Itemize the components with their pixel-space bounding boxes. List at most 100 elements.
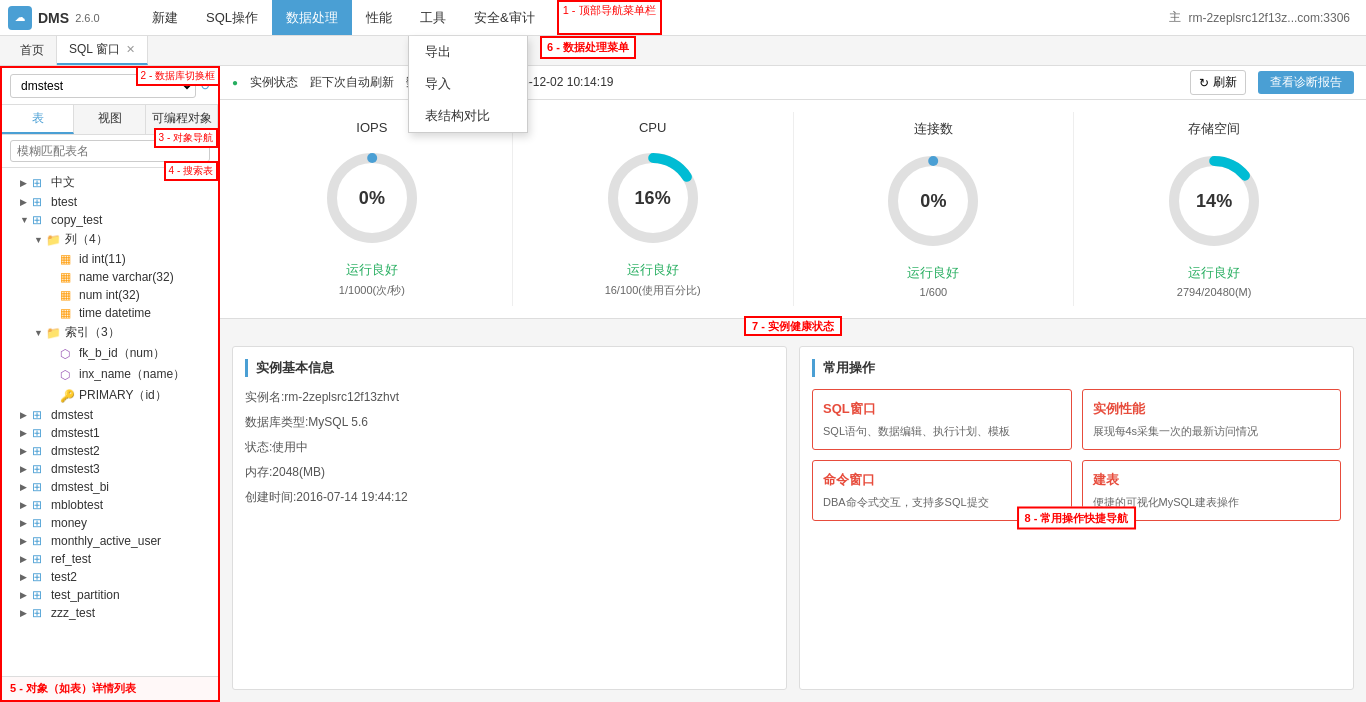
nav-security[interactable]: 安全&审计 (460, 0, 549, 35)
tree-item-dmstest-bi[interactable]: ▶ ⊞ dmstest_bi (2, 478, 218, 496)
nav-sql-ops[interactable]: SQL操作 (192, 0, 272, 35)
tree-label: copy_test (51, 213, 102, 227)
tree-item-col-id[interactable]: ▦ id int(11) (2, 250, 218, 268)
tab-sql-window[interactable]: SQL 窗口 ✕ (57, 36, 148, 65)
refresh-label: 刷新 (1213, 74, 1237, 91)
ops-panel-title: 常用操作 (812, 359, 1341, 377)
metric-cpu: CPU 16% 运行良好 16/100(使用百分比) (513, 112, 794, 306)
info-row-instance: 实例名:rm-2zeplsrc12f13zhvt (245, 389, 774, 406)
annotation-3: 3 - 对象导航 (154, 128, 218, 148)
nav-new[interactable]: 新建 (138, 0, 192, 35)
tree-item-idx-group[interactable]: ▼ 📁 索引（3） (2, 322, 218, 343)
tree-label: dmstest3 (51, 462, 100, 476)
metric-conn-detail: 1/600 (920, 286, 948, 298)
tree-label: test_partition (51, 588, 120, 602)
annotation-1: 1 - 顶部导航菜单栏 (557, 0, 662, 35)
user-label: 主 (1169, 9, 1181, 26)
report-button[interactable]: 查看诊断报告 (1258, 71, 1354, 94)
bottom-row: 实例基本信息 实例名:rm-2zeplsrc12f13zhvt 数据库类型:My… (220, 334, 1366, 702)
nav-data-proc[interactable]: 数据处理 (272, 0, 352, 35)
metric-cpu-value: 16% (635, 188, 671, 209)
metric-storage-title: 存储空间 (1188, 120, 1240, 138)
tree-item-idx-fk[interactable]: ⬡ fk_b_id（num） (2, 343, 218, 364)
metric-iops-donut: 0% (317, 143, 427, 253)
refresh-icon: ↻ (1199, 76, 1209, 90)
metric-storage: 存储空间 14% 运行良好 2794/20480(M) (1074, 112, 1354, 306)
tab-close-icon[interactable]: ✕ (126, 43, 135, 56)
tree-item-dmstest1[interactable]: ▶ ⊞ dmstest1 (2, 424, 218, 442)
metric-cpu-donut: 16% (598, 143, 708, 253)
annotation-8: 8 - 常用操作快捷导航 (1017, 507, 1137, 530)
annotation-5: 5 - 对象（如表）详情列表 (2, 676, 218, 700)
tree-item-test2[interactable]: ▶ ⊞ test2 (2, 568, 218, 586)
tree-label: time datetime (79, 306, 151, 320)
info-panel: 实例基本信息 实例名:rm-2zeplsrc12f13zhvt 数据库类型:My… (232, 346, 787, 690)
info-row-created: 创建时间:2016-07-14 19:44:12 (245, 489, 774, 506)
metric-storage-donut: 14% (1159, 146, 1269, 256)
object-nav: 表 视图 可编程对象 3 - 对象导航 (2, 105, 218, 135)
metric-conn-status: 运行良好 (907, 264, 959, 282)
tab-home[interactable]: 首页 (8, 36, 57, 65)
logo-area: ☁ DMS 2.6.0 (8, 6, 138, 30)
metric-iops-detail: 1/1000(次/秒) (339, 283, 405, 298)
metric-conn-value: 0% (920, 191, 946, 212)
nav-tools[interactable]: 工具 (406, 0, 460, 35)
dropdown-compare[interactable]: 表结构对比 (409, 100, 527, 132)
refresh-button[interactable]: ↻ 刷新 (1190, 70, 1246, 95)
tree-item-mblobtest[interactable]: ▶ ⊞ mblobtest (2, 496, 218, 514)
auto-refresh-label: 距下次自动刷新 (310, 74, 394, 91)
tree-item-idx-primary[interactable]: 🔑 PRIMARY（id） (2, 385, 218, 406)
tree-item-zzz-test[interactable]: ▶ ⊞ zzz_test (2, 604, 218, 622)
ops-card-perf-name: 实例性能 (1093, 400, 1331, 418)
tree-item-dmstest3[interactable]: ▶ ⊞ dmstest3 (2, 460, 218, 478)
tree-label: 列（4） (65, 231, 108, 248)
obj-tab-view[interactable]: 视图 (74, 105, 146, 134)
tree-item-col-num[interactable]: ▦ num int(32) (2, 286, 218, 304)
tree-item-col-name[interactable]: ▦ name varchar(32) (2, 268, 218, 286)
tree-item-monthly[interactable]: ▶ ⊞ monthly_active_user (2, 532, 218, 550)
tree-item-dmstest2[interactable]: ▶ ⊞ dmstest2 (2, 442, 218, 460)
tree-item-test-partition[interactable]: ▶ ⊞ test_partition (2, 586, 218, 604)
annotation-2: 2 - 数据库切换框 (136, 66, 220, 86)
tree-item-btest[interactable]: ▶ ⊞ btest (2, 193, 218, 211)
info-row-status: 状态:使用中 (245, 439, 774, 456)
ops-card-perf[interactable]: 实例性能 展现每4s采集一次的最新访问情况 (1082, 389, 1342, 450)
tree-item-col-time[interactable]: ▦ time datetime (2, 304, 218, 322)
nav-right: 主 rm-2zeplsrc12f13z...com:3306 (1169, 9, 1358, 26)
metric-iops-value: 0% (359, 188, 385, 209)
info-panel-title: 实例基本信息 (245, 359, 774, 377)
annotation-7: 7 - 实例健康状态 (744, 316, 842, 336)
nav-perf[interactable]: 性能 (352, 0, 406, 35)
tree-area: ▶ ⊞ 中文 ▶ ⊞ btest ▼ ⊞ copy_test ▼ 📁 列（4） (2, 168, 218, 676)
app-title: DMS (38, 10, 69, 26)
metric-cpu-status: 运行良好 (627, 261, 679, 279)
tree-item-idx-inx[interactable]: ⬡ inx_name（name） (2, 364, 218, 385)
obj-tab-table[interactable]: 表 (2, 105, 74, 134)
dropdown-export[interactable]: 导出 (409, 36, 527, 68)
tree-label: ref_test (51, 552, 91, 566)
dropdown-import[interactable]: 导入 (409, 68, 527, 100)
metric-conn-title: 连接数 (914, 120, 953, 138)
tree-item-copy-test[interactable]: ▼ ⊞ copy_test (2, 211, 218, 229)
annotation-7-container: 7 - 实例健康状态 (220, 319, 1366, 334)
logo-icon: ☁ (8, 6, 32, 30)
ops-card-create-name: 建表 (1093, 471, 1331, 489)
info-row-db-type: 数据库类型:MySQL 5.6 (245, 414, 774, 431)
tree-item-ref-test[interactable]: ▶ ⊞ ref_test (2, 550, 218, 568)
metric-cpu-title: CPU (639, 120, 666, 135)
instance-status-label: 实例状态 (250, 74, 298, 91)
ops-card-sql-name: SQL窗口 (823, 400, 1061, 418)
tree-item-dmstest[interactable]: ▶ ⊞ dmstest (2, 406, 218, 424)
tree-label: num int(32) (79, 288, 140, 302)
tree-label: dmstest (51, 408, 93, 422)
metric-storage-value: 14% (1196, 191, 1232, 212)
tree-item-cols-group[interactable]: ▼ 📁 列（4） (2, 229, 218, 250)
ops-card-sql-window[interactable]: SQL窗口 SQL语句、数据编辑、执行计划、模板 (812, 389, 1072, 450)
metrics-row: IOPS 0% 运行良好 1/1000(次/秒) CPU (220, 100, 1366, 319)
tree-label: btest (51, 195, 77, 209)
tree-item-money[interactable]: ▶ ⊞ money (2, 514, 218, 532)
tab-sql-label: SQL 窗口 (69, 41, 120, 58)
main-layout: dmstest dmstest1 dmstest2 dmstest3 ↻ 2 -… (0, 66, 1366, 702)
ops-card-sql-desc: SQL语句、数据编辑、执行计划、模板 (823, 424, 1061, 439)
metric-storage-detail: 2794/20480(M) (1177, 286, 1252, 298)
